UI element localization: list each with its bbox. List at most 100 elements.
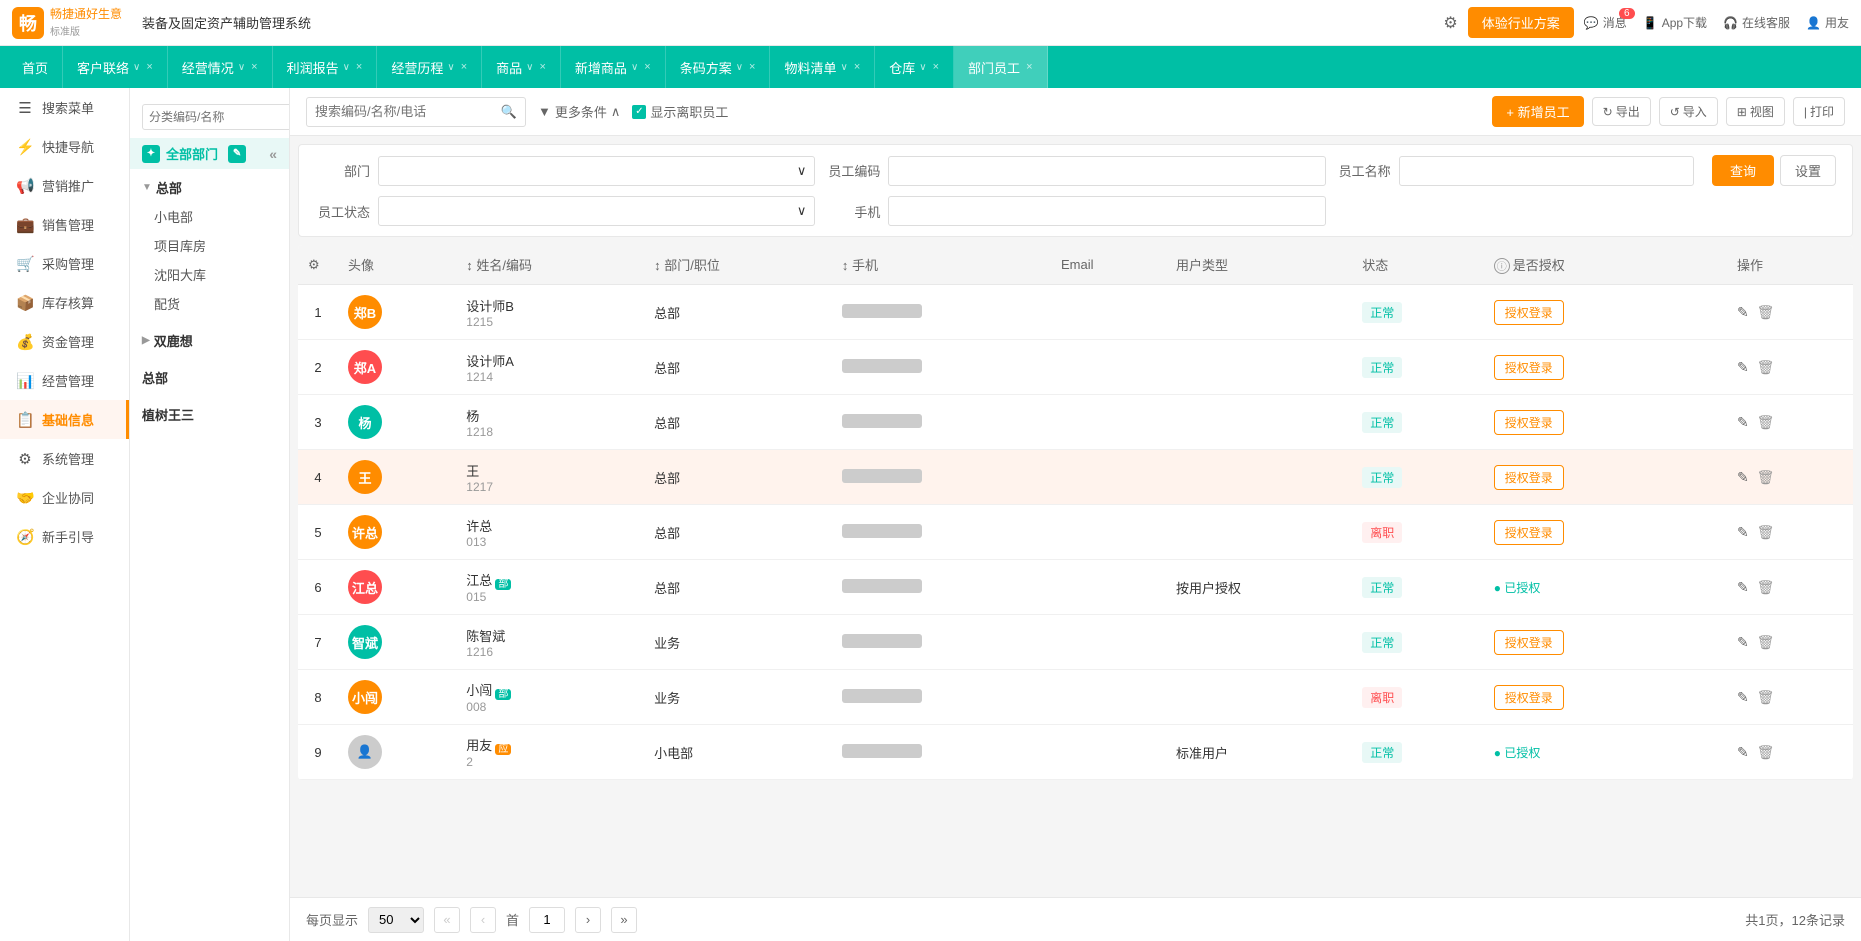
- emp-status-select[interactable]: ∨: [378, 196, 815, 226]
- auth-button-3[interactable]: 授权登录: [1494, 465, 1564, 490]
- prev-page-btn[interactable]: ‹: [470, 907, 496, 933]
- tab-close-6[interactable]: ×: [644, 61, 650, 73]
- nav-tab-3[interactable]: 利润报告 ∨×: [273, 46, 378, 88]
- emp-name-input[interactable]: [1399, 156, 1694, 186]
- dept-search-input[interactable]: [142, 104, 290, 130]
- view-button[interactable]: ⊞ 视图: [1726, 97, 1785, 126]
- dept-group-header-zhishu[interactable]: 植树王三: [130, 400, 289, 429]
- emp-code-input[interactable]: [888, 156, 1325, 186]
- delete-icon-0[interactable]: 🗑: [1757, 304, 1775, 321]
- query-button[interactable]: 查询: [1712, 155, 1774, 186]
- sidebar-item-marketing[interactable]: 📢营销推广: [0, 166, 129, 205]
- edit-icon-6[interactable]: ✎: [1737, 634, 1749, 651]
- sidebar-item-quicknav[interactable]: ⚡快捷导航: [0, 127, 129, 166]
- sidebar-item-purchase[interactable]: 🛒采购管理: [0, 244, 129, 283]
- nav-tab-9[interactable]: 仓库 ∨×: [875, 46, 954, 88]
- tab-close-2[interactable]: ×: [251, 61, 257, 73]
- delete-icon-4[interactable]: 🗑: [1757, 524, 1775, 541]
- auth-button-7[interactable]: 授权登录: [1494, 685, 1564, 710]
- page-input[interactable]: [529, 907, 565, 933]
- tab-close-4[interactable]: ×: [461, 61, 467, 73]
- tab-close-7[interactable]: ×: [749, 61, 755, 73]
- sidebar-item-inventory[interactable]: 📦库存核算: [0, 283, 129, 322]
- dept-item-xiangmu[interactable]: 项目库房: [130, 231, 289, 260]
- dept-collapse-icon[interactable]: «: [269, 146, 277, 162]
- dept-group-header-shuanglu[interactable]: ▶ 双鹿想: [130, 326, 289, 355]
- auth-button-0[interactable]: 授权登录: [1494, 300, 1564, 325]
- online-service-button[interactable]: 🎧 在线客服: [1723, 14, 1790, 31]
- nav-tab-2[interactable]: 经营情况 ∨×: [168, 46, 273, 88]
- page-size-select[interactable]: 50 100: [368, 907, 424, 933]
- all-depts-item[interactable]: ✦ 全部部门 ✎ «: [130, 138, 289, 169]
- delete-icon-3[interactable]: 🗑: [1757, 469, 1775, 486]
- filter-more-btn[interactable]: ▼ 更多条件 ∧: [538, 102, 620, 121]
- tab-close-5[interactable]: ×: [539, 61, 545, 73]
- sidebar-item-sales[interactable]: 💼销售管理: [0, 205, 129, 244]
- delete-icon-2[interactable]: 🗑: [1757, 414, 1775, 431]
- edit-icon-0[interactable]: ✎: [1737, 304, 1749, 321]
- auth-button-6[interactable]: 授权登录: [1494, 630, 1564, 655]
- edit-icon-1[interactable]: ✎: [1737, 359, 1749, 376]
- delete-icon-1[interactable]: 🗑: [1757, 359, 1775, 376]
- message-button[interactable]: 💬 消息 6: [1584, 14, 1627, 31]
- tab-close-10[interactable]: ×: [1026, 61, 1032, 73]
- edit-icon-5[interactable]: ✎: [1737, 579, 1749, 596]
- edit-icon-3[interactable]: ✎: [1737, 469, 1749, 486]
- edit-icon-2[interactable]: ✎: [1737, 414, 1749, 431]
- show-resigned-toggle[interactable]: ✓ 显示离职员工: [632, 102, 728, 121]
- dept-item-peihuo[interactable]: 配货: [130, 289, 289, 318]
- edit-icon-4[interactable]: ✎: [1737, 524, 1749, 541]
- nav-tab-0[interactable]: 首页: [8, 46, 63, 88]
- sidebar-item-guide[interactable]: 🧭新手引导: [0, 517, 129, 556]
- dept-edit-icon[interactable]: ✎: [228, 145, 246, 163]
- search-input[interactable]: [315, 104, 495, 119]
- next-page-btn[interactable]: ›: [575, 907, 601, 933]
- col-phone[interactable]: ↕ 手机: [832, 245, 1051, 285]
- tab-close-8[interactable]: ×: [854, 61, 860, 73]
- auth-button-1[interactable]: 授权登录: [1494, 355, 1564, 380]
- app-download-button[interactable]: 📱 App下载: [1643, 14, 1707, 31]
- print-button[interactable]: | 打印: [1793, 97, 1845, 126]
- gear-icon[interactable]: ⚙: [1443, 13, 1457, 33]
- nav-tab-10[interactable]: 部门员工×: [954, 46, 1047, 88]
- nav-tab-1[interactable]: 客户联络 ∨×: [63, 46, 168, 88]
- sidebar-item-search[interactable]: ☰搜索菜单: [0, 88, 129, 127]
- nav-tab-5[interactable]: 商品 ∨×: [482, 46, 561, 88]
- delete-icon-7[interactable]: 🗑: [1757, 689, 1775, 706]
- tab-close-1[interactable]: ×: [146, 61, 152, 73]
- sidebar-item-basic[interactable]: 📋基础信息: [0, 400, 129, 439]
- auth-button-4[interactable]: 授权登录: [1494, 520, 1564, 545]
- sidebar-item-system[interactable]: ⚙系统管理: [0, 439, 129, 478]
- nav-tab-4[interactable]: 经营历程 ∨×: [377, 46, 482, 88]
- tab-close-9[interactable]: ×: [933, 61, 939, 73]
- dept-item-xiaodian[interactable]: 小电部: [130, 202, 289, 231]
- nav-tab-8[interactable]: 物料清单 ∨×: [770, 46, 875, 88]
- user-avatar[interactable]: 👤 用友: [1806, 14, 1849, 31]
- col-name[interactable]: ↕ 姓名/编码: [456, 245, 644, 285]
- tab-close-3[interactable]: ×: [356, 61, 362, 73]
- auth-button-2[interactable]: 授权登录: [1494, 410, 1564, 435]
- phone-input[interactable]: [888, 196, 1325, 226]
- sidebar-item-finance[interactable]: 💰资金管理: [0, 322, 129, 361]
- first-page-btn[interactable]: «: [434, 907, 460, 933]
- col-dept[interactable]: ↕ 部门/职位: [644, 245, 832, 285]
- edit-icon-8[interactable]: ✎: [1737, 744, 1749, 761]
- add-employee-button[interactable]: + 新增员工: [1492, 96, 1583, 127]
- nav-tab-6[interactable]: 新增商品 ∨×: [561, 46, 666, 88]
- dept-filter-select[interactable]: ∨: [378, 156, 815, 186]
- dept-group-header-zongbu2[interactable]: 总部: [130, 363, 289, 392]
- set-button[interactable]: 设置: [1780, 155, 1836, 186]
- sidebar-item-enterprise[interactable]: 🤝企业协同: [0, 478, 129, 517]
- last-page-btn[interactable]: »: [611, 907, 637, 933]
- delete-icon-8[interactable]: 🗑: [1757, 744, 1775, 761]
- dept-item-shenyang[interactable]: 沈阳大库: [130, 260, 289, 289]
- import-button[interactable]: ↺ 导入: [1659, 97, 1718, 126]
- nav-tab-7[interactable]: 条码方案 ∨×: [666, 46, 771, 88]
- edit-icon-7[interactable]: ✎: [1737, 689, 1749, 706]
- sidebar-item-operations[interactable]: 📊经营管理: [0, 361, 129, 400]
- trial-button[interactable]: 体验行业方案: [1468, 7, 1574, 38]
- delete-icon-5[interactable]: 🗑: [1757, 579, 1775, 596]
- dept-group-header-zongbu[interactable]: ▼ 总部: [130, 173, 289, 202]
- search-icon[interactable]: 🔍: [501, 104, 517, 120]
- delete-icon-6[interactable]: 🗑: [1757, 634, 1775, 651]
